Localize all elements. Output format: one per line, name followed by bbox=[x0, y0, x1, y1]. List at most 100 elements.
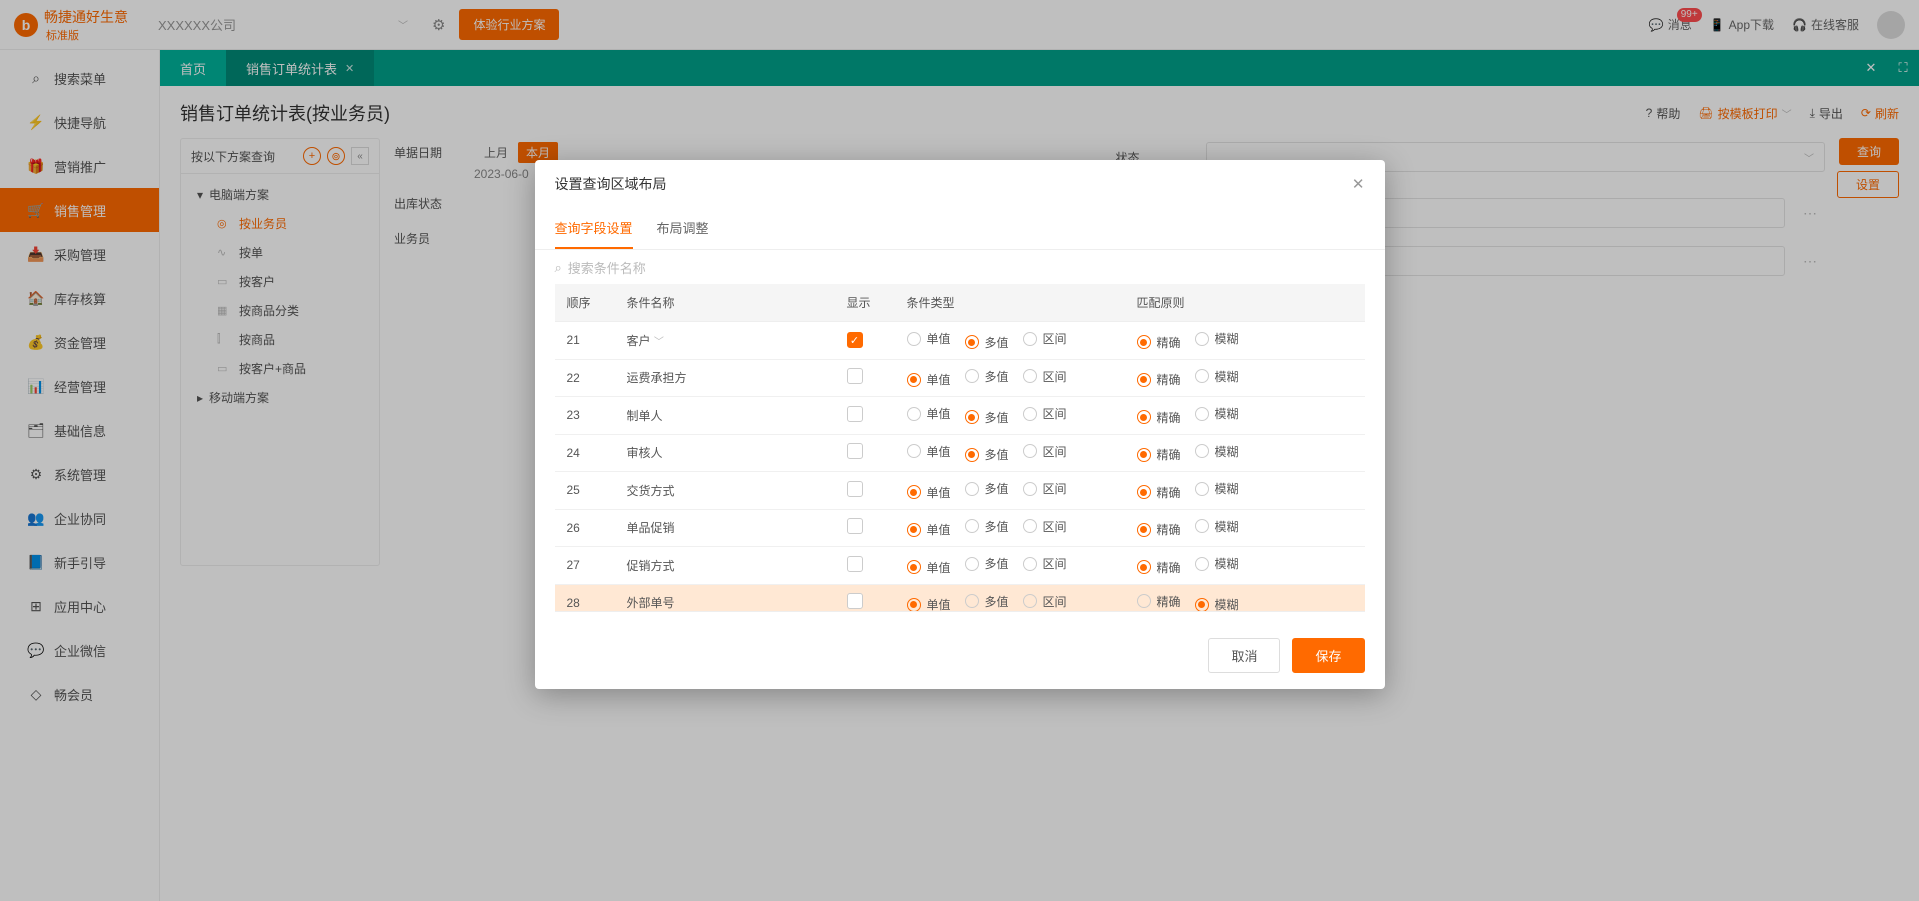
tab-field-settings[interactable]: 查询字段设置 bbox=[555, 208, 633, 249]
radio[interactable] bbox=[907, 444, 921, 458]
table-row[interactable]: 24审核人单值多值区间精确模糊 bbox=[555, 434, 1365, 472]
query-layout-modal: 设置查询区域布局 ✕ 查询字段设置 布局调整 ⌕ 顺序 条件名称 显示 条件类型… bbox=[535, 160, 1385, 689]
cell-show bbox=[835, 472, 895, 510]
cell-seq: 24 bbox=[555, 434, 615, 472]
cell-name: 单品促销 bbox=[615, 509, 835, 547]
cell-name: 外部单号 bbox=[615, 584, 835, 612]
radio[interactable] bbox=[1023, 369, 1037, 383]
radio[interactable] bbox=[1137, 485, 1151, 499]
radio[interactable] bbox=[965, 482, 979, 496]
cell-show bbox=[835, 359, 895, 397]
th-seq: 顺序 bbox=[555, 284, 615, 322]
cell-match: 精确模糊 bbox=[1125, 397, 1365, 435]
radio[interactable] bbox=[1137, 373, 1151, 387]
radio[interactable] bbox=[1137, 410, 1151, 424]
cell-type: 单值多值区间 bbox=[895, 584, 1125, 612]
radio[interactable] bbox=[1137, 523, 1151, 537]
checkbox-show[interactable] bbox=[847, 368, 863, 384]
radio[interactable] bbox=[1023, 444, 1037, 458]
radio[interactable] bbox=[1137, 594, 1151, 608]
search-input[interactable] bbox=[568, 261, 1365, 276]
th-type: 条件类型 bbox=[895, 284, 1125, 322]
modal-search: ⌕ bbox=[535, 250, 1385, 284]
radio[interactable] bbox=[1195, 557, 1209, 571]
chevron-down-icon: ﹀ bbox=[654, 337, 664, 348]
close-icon[interactable]: ✕ bbox=[1352, 175, 1365, 193]
radio[interactable] bbox=[1023, 594, 1037, 608]
radio[interactable] bbox=[907, 373, 921, 387]
radio[interactable] bbox=[1195, 444, 1209, 458]
cell-seq: 21 bbox=[555, 322, 615, 359]
cell-show bbox=[835, 509, 895, 547]
save-button[interactable]: 保存 bbox=[1292, 638, 1364, 673]
radio[interactable] bbox=[907, 523, 921, 537]
radio[interactable] bbox=[965, 594, 979, 608]
cell-show: ✓ bbox=[835, 322, 895, 359]
modal-tabs: 查询字段设置 布局调整 bbox=[535, 208, 1385, 250]
cell-match: 精确模糊 bbox=[1125, 547, 1365, 585]
radio[interactable] bbox=[965, 557, 979, 571]
radio[interactable] bbox=[1195, 407, 1209, 421]
cell-seq: 22 bbox=[555, 359, 615, 397]
radio[interactable] bbox=[965, 519, 979, 533]
radio[interactable] bbox=[1137, 448, 1151, 462]
cell-type: 单值多值区间 bbox=[895, 547, 1125, 585]
checkbox-show[interactable] bbox=[847, 443, 863, 459]
radio[interactable] bbox=[965, 448, 979, 462]
radio[interactable] bbox=[1195, 482, 1209, 496]
checkbox-show[interactable]: ✓ bbox=[847, 332, 863, 348]
cell-match: 精确模糊 bbox=[1125, 322, 1365, 359]
table-row[interactable]: 23制单人 单值多值区间精确模糊 bbox=[555, 397, 1365, 435]
table-row[interactable]: 22运费承担方单值多值区间精确模糊 bbox=[555, 359, 1365, 397]
table-row[interactable]: 25交货方式单值多值区间精确模糊 bbox=[555, 472, 1365, 510]
table-row[interactable]: 27促销方式单值多值区间精确模糊 bbox=[555, 547, 1365, 585]
checkbox-show[interactable] bbox=[847, 481, 863, 497]
cell-type: 单值多值区间 bbox=[895, 397, 1125, 435]
radio[interactable] bbox=[965, 335, 979, 349]
radio[interactable] bbox=[1195, 369, 1209, 383]
cell-type: 单值多值区间 bbox=[895, 322, 1125, 359]
radio[interactable] bbox=[907, 332, 921, 346]
radio[interactable] bbox=[1023, 332, 1037, 346]
radio[interactable] bbox=[907, 560, 921, 574]
checkbox-show[interactable] bbox=[847, 593, 863, 609]
cell-seq: 26 bbox=[555, 509, 615, 547]
checkbox-show[interactable] bbox=[847, 406, 863, 422]
cell-match: 精确模糊 bbox=[1125, 434, 1365, 472]
cancel-button[interactable]: 取消 bbox=[1208, 638, 1280, 673]
modal-table-body: 21客户 ﹀✓单值多值区间精确模糊22运费承担方单值多值区间精确模糊23制单人单… bbox=[555, 322, 1365, 612]
modal-head: 设置查询区域布局 ✕ bbox=[535, 160, 1385, 208]
radio[interactable] bbox=[907, 598, 921, 612]
radio[interactable] bbox=[907, 485, 921, 499]
cell-type: 单值多值区间 bbox=[895, 359, 1125, 397]
cell-seq: 27 bbox=[555, 547, 615, 585]
cell-name: 制单人 bbox=[615, 397, 835, 435]
radio[interactable] bbox=[907, 407, 921, 421]
radio[interactable] bbox=[1195, 598, 1209, 612]
cell-name: 交货方式 bbox=[615, 472, 835, 510]
radio[interactable] bbox=[1023, 407, 1037, 421]
radio[interactable] bbox=[1195, 519, 1209, 533]
checkbox-show[interactable] bbox=[847, 556, 863, 572]
table-row[interactable]: 28外部单号单值多值区间精确模糊 bbox=[555, 584, 1365, 612]
modal-title: 设置查询区域布局 bbox=[555, 174, 667, 194]
cell-seq: 23 bbox=[555, 397, 615, 435]
cell-match: 精确模糊 bbox=[1125, 472, 1365, 510]
radio[interactable] bbox=[1023, 519, 1037, 533]
radio[interactable] bbox=[1023, 557, 1037, 571]
modal-table-wrap: 顺序 条件名称 显示 条件类型 匹配原则 21客户 ﹀✓单值多值区间精确模糊22… bbox=[535, 284, 1385, 622]
modal-table-body-wrap[interactable]: 21客户 ﹀✓单值多值区间精确模糊22运费承担方单值多值区间精确模糊23制单人单… bbox=[555, 322, 1365, 612]
cell-name: 客户 ﹀ bbox=[615, 322, 835, 359]
radio[interactable] bbox=[1023, 482, 1037, 496]
radio[interactable] bbox=[1137, 335, 1151, 349]
cell-show bbox=[835, 397, 895, 435]
radio[interactable] bbox=[965, 369, 979, 383]
table-row[interactable]: 21客户 ﹀ ✓ 单值多值区间精确模糊 bbox=[555, 322, 1365, 359]
radio[interactable] bbox=[1137, 560, 1151, 574]
table-row[interactable]: 26单品促销单值多值区间精确模糊 bbox=[555, 509, 1365, 547]
radio[interactable] bbox=[1195, 332, 1209, 346]
checkbox-show[interactable] bbox=[847, 518, 863, 534]
cell-type: 单值多值区间 bbox=[895, 509, 1125, 547]
tab-layout-adjust[interactable]: 布局调整 bbox=[657, 208, 709, 249]
radio[interactable] bbox=[965, 410, 979, 424]
